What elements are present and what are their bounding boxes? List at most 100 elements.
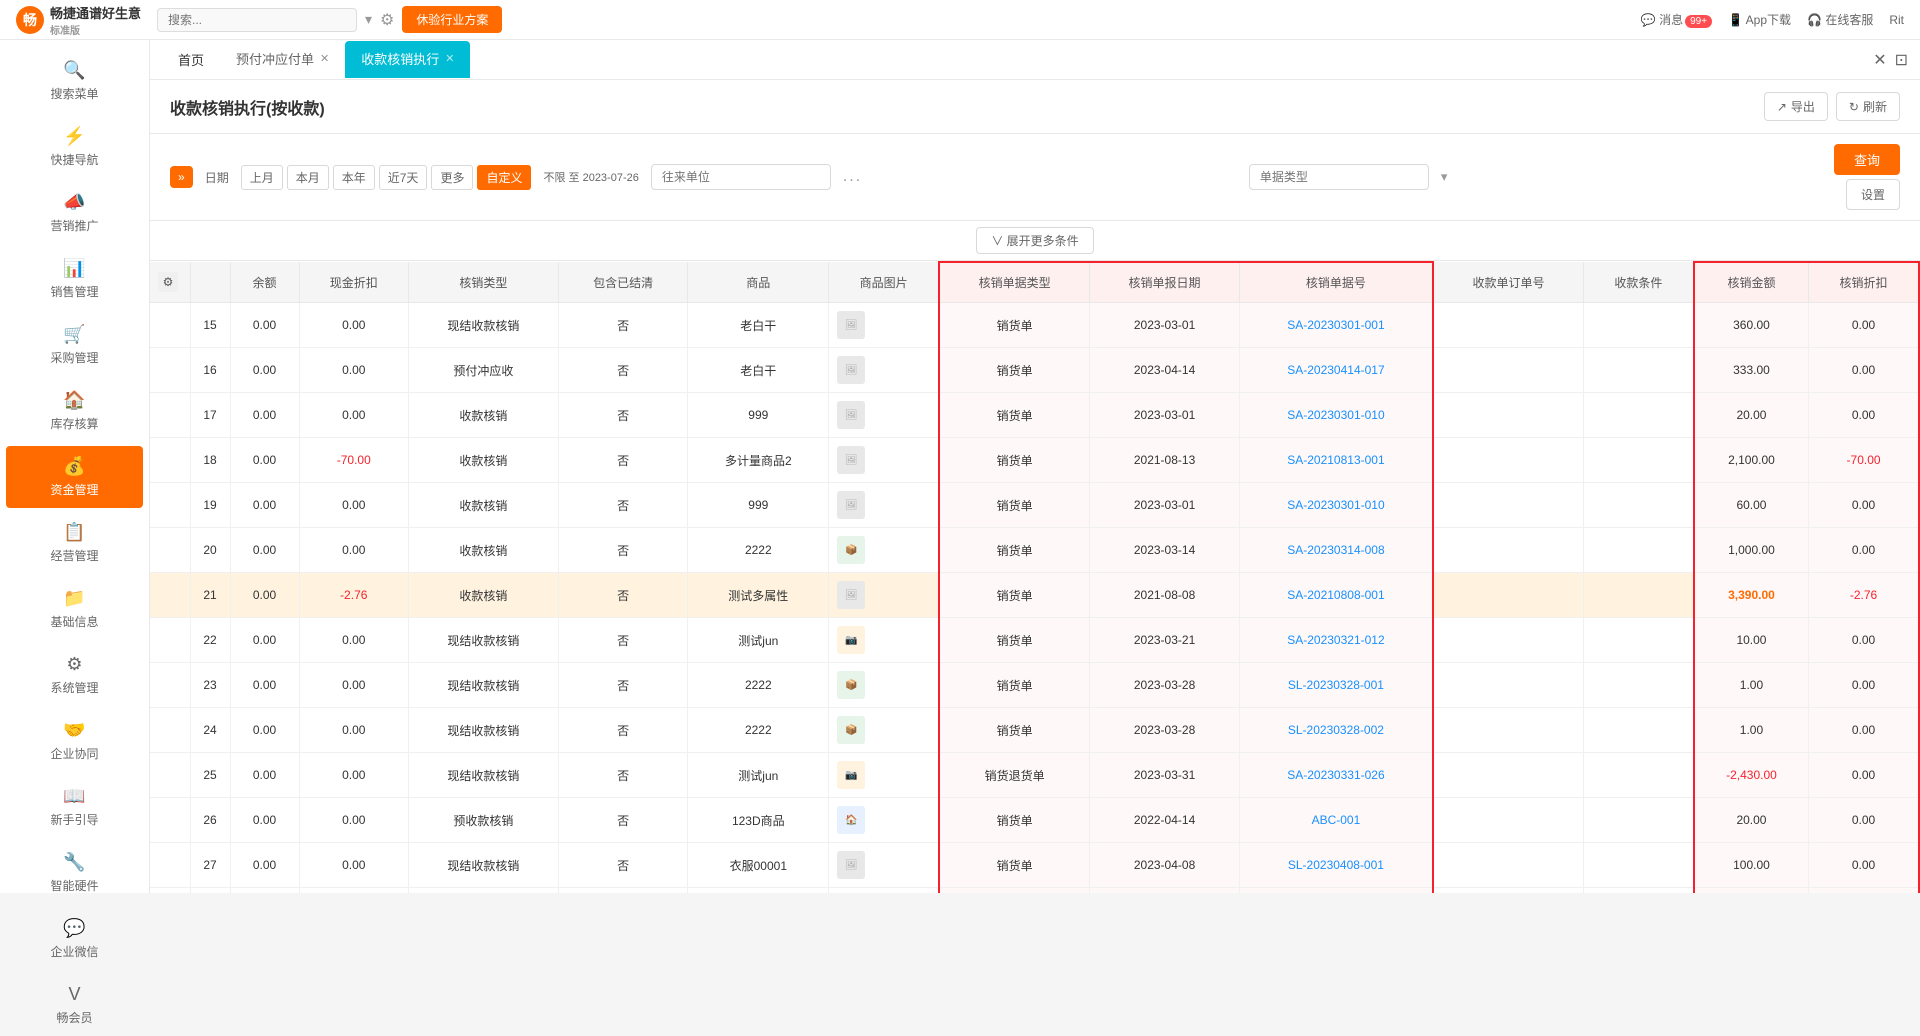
top-bar: 畅 畅捷通谱好生意 标准版 ▾ ⚙ 休验行业方案 💬 消息99+ 📱 App下载… <box>0 0 1920 40</box>
query-button[interactable]: 查询 <box>1834 144 1900 175</box>
tab-receipt-cancel[interactable]: 收款核销执行 ✕ <box>345 41 470 78</box>
solution-button[interactable]: 休验行业方案 <box>402 6 502 33</box>
this-month-btn[interactable]: 本月 <box>287 165 329 190</box>
sidebar-item-purchase[interactable]: 🛒 采购管理 <box>6 314 143 376</box>
app-download-link[interactable]: 📱 App下载 <box>1728 11 1791 28</box>
sidebar-item-enterprise[interactable]: 🤝 企业协同 <box>6 710 143 772</box>
sidebar-item-search[interactable]: 🔍 搜索菜单 <box>6 50 143 112</box>
td-receipt-condition <box>1584 663 1694 708</box>
td-receipt-condition <box>1584 843 1694 888</box>
cancel-bill-no-link[interactable]: SA-20230301-010 <box>1287 498 1384 512</box>
bill-type-input[interactable] <box>1249 164 1429 190</box>
td-cash-discount: -70.00 <box>299 438 408 483</box>
cancel-bill-no-link[interactable]: SL-20230408-001 <box>1288 858 1384 872</box>
export-button[interactable]: ↗ 导出 <box>1764 92 1828 121</box>
partner-input[interactable] <box>651 164 831 190</box>
sidebar-item-funds[interactable]: 💰 资金管理 <box>6 446 143 508</box>
td-cancel-discount: 0.00 <box>1809 483 1919 528</box>
tab-home[interactable]: 首页 <box>162 42 220 77</box>
bill-type-dropdown-icon[interactable]: ▾ <box>1441 169 1448 185</box>
tab-close-window-icon[interactable]: ✕ <box>1873 50 1886 70</box>
td-receipt-condition <box>1584 708 1694 753</box>
message-link[interactable]: 💬 消息99+ <box>1641 11 1712 28</box>
online-service-link[interactable]: 🎧 在线客服 <box>1807 11 1873 28</box>
td-cancel-bill-date: 2022-04-14 <box>1090 798 1240 843</box>
table-row: 25 0.00 0.00 现结收款核销 否 测试jun 📷 销货退货单 2023… <box>150 753 1919 798</box>
sidebar-item-basic-info[interactable]: 📁 基础信息 <box>6 578 143 640</box>
td-receipt-order-no <box>1433 888 1584 894</box>
expand-button[interactable]: » <box>170 166 193 188</box>
message-badge: 99+ <box>1685 15 1712 28</box>
search-dropdown-icon[interactable]: ▾ <box>365 11 372 28</box>
last-7days-btn[interactable]: 近7天 <box>379 165 428 190</box>
td-include-cleared: 否 <box>558 303 688 348</box>
td-receipt-order-no <box>1433 348 1584 393</box>
cancel-bill-no-link[interactable]: SA-20230301-001 <box>1287 318 1384 332</box>
tabs-bar: 首页 预付冲应付单 ✕ 收款核销执行 ✕ ✕ ⊡ <box>150 40 1920 80</box>
sidebar-item-guide[interactable]: 📖 新手引导 <box>6 776 143 838</box>
table-container[interactable]: ⚙ 余额 现金折扣 核销类型 包含已结清 商品 商品图片 核销单据类型 核销单报… <box>150 261 1920 893</box>
refresh-button[interactable]: ↻ 刷新 <box>1836 92 1900 121</box>
td-seq: 22 <box>190 618 230 663</box>
td-cancel-discount: -70.00 <box>1809 438 1919 483</box>
td-cancel-amount: 60.00 <box>1694 483 1809 528</box>
sidebar-item-inventory[interactable]: 🏠 库存核算 <box>6 380 143 442</box>
td-seq: 18 <box>190 438 230 483</box>
tab-close-prepayment[interactable]: ✕ <box>320 52 329 65</box>
cancel-bill-no-link[interactable]: SL-20230328-002 <box>1288 723 1384 737</box>
sidebar-item-wechat[interactable]: 💬 企业微信 <box>6 908 143 970</box>
column-settings-icon[interactable]: ⚙ <box>158 272 178 292</box>
system-icon: ⚙ <box>66 654 82 675</box>
sidebar-item-member[interactable]: V 畅会员 <box>6 974 143 1036</box>
tab-close-receipt-cancel[interactable]: ✕ <box>445 52 454 65</box>
th-settings[interactable]: ⚙ <box>150 262 190 303</box>
td-cancel-bill-no: SA-20210813-001 <box>1239 438 1432 483</box>
sidebar-item-operations[interactable]: 📋 经营管理 <box>6 512 143 574</box>
product-image: 🖼 <box>837 311 865 339</box>
cancel-bill-no-link[interactable]: SA-20230314-008 <box>1287 543 1384 557</box>
sidebar-item-hardware[interactable]: 🔧 智能硬件 <box>6 842 143 904</box>
tab-prepayment[interactable]: 预付冲应付单 ✕ <box>220 41 345 78</box>
td-receipt-condition <box>1584 393 1694 438</box>
tab-maximize-icon[interactable]: ⊡ <box>1895 50 1908 70</box>
td-seq: 16 <box>190 348 230 393</box>
td-receipt-condition <box>1584 753 1694 798</box>
td-balance: 0.00 <box>230 843 299 888</box>
content-area: 首页 预付冲应付单 ✕ 收款核销执行 ✕ ✕ ⊡ 收款核销执行(按收款) ↗ <box>150 40 1920 893</box>
td-cancel-bill-type: 销货单 <box>939 348 1090 393</box>
sidebar-item-quicknav[interactable]: ⚡ 快捷导航 <box>6 116 143 178</box>
td-cancel-discount: -2.76 <box>1809 573 1919 618</box>
custom-date-btn[interactable]: 自定义 <box>477 165 531 190</box>
cancel-bill-no-link[interactable]: ABC-001 <box>1312 813 1361 827</box>
more-date-btn[interactable]: 更多 <box>431 165 473 190</box>
cancel-bill-no-link[interactable]: SA-20230321-012 <box>1287 633 1384 647</box>
td-product-img: 📷 <box>829 618 939 663</box>
cancel-bill-no-link[interactable]: SA-20230331-026 <box>1287 768 1384 782</box>
td-cancel-bill-date: 2023-03-01 <box>1090 393 1240 438</box>
td-settings <box>150 708 190 753</box>
cancel-bill-no-link[interactable]: SA-20230301-010 <box>1287 408 1384 422</box>
date-buttons: 上月 本月 本年 近7天 更多 自定义 <box>241 165 532 190</box>
top-search-input[interactable] <box>157 8 357 32</box>
filter-actions: 查询 设置 <box>1834 144 1900 210</box>
sidebar-item-sales[interactable]: 📊 销售管理 <box>6 248 143 310</box>
cancel-bill-no-link[interactable]: SL-20230328-001 <box>1288 678 1384 692</box>
td-product-img: 🏠 <box>829 798 939 843</box>
last-month-btn[interactable]: 上月 <box>241 165 283 190</box>
sidebar-item-system[interactable]: ⚙ 系统管理 <box>6 644 143 706</box>
td-receipt-order-no <box>1433 528 1584 573</box>
td-receipt-order-no <box>1433 438 1584 483</box>
product-image: 📦 <box>837 671 865 699</box>
cancel-bill-no-link[interactable]: SA-20230414-017 <box>1287 363 1384 377</box>
settings-icon[interactable]: ⚙ <box>380 10 394 30</box>
td-cancel-bill-date: 2023-04-14 <box>1090 348 1240 393</box>
cancel-bill-no-link[interactable]: SA-20210808-001 <box>1287 588 1384 602</box>
partner-dots[interactable]: ... <box>843 168 862 186</box>
top-bar-right: 💬 消息99+ 📱 App下载 🎧 在线客服 Rit <box>1641 11 1904 28</box>
td-cash-discount: 0.00 <box>299 483 408 528</box>
this-year-btn[interactable]: 本年 <box>333 165 375 190</box>
settings-button[interactable]: 设置 <box>1846 179 1900 210</box>
cancel-bill-no-link[interactable]: SA-20210813-001 <box>1287 453 1384 467</box>
expand-more-button[interactable]: ∨ 展开更多条件 <box>976 227 1093 254</box>
sidebar-item-marketing[interactable]: 📣 营销推广 <box>6 182 143 244</box>
